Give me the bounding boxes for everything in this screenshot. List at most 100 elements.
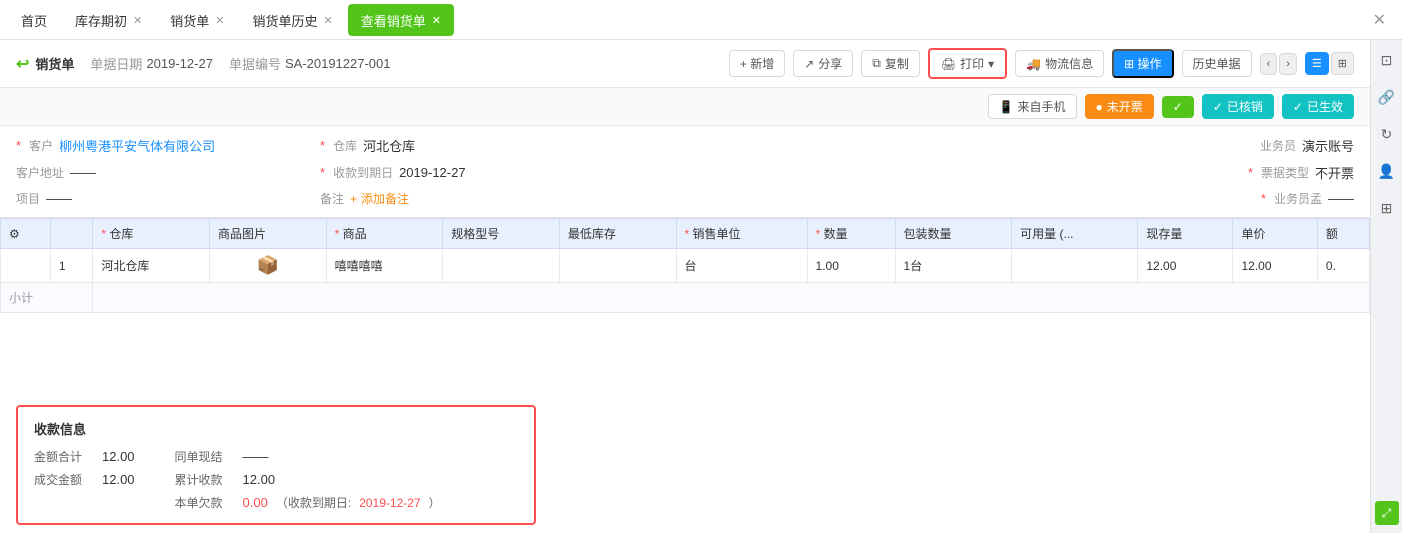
nav-arrows: ‹ › bbox=[1260, 53, 1297, 75]
address-value: —— bbox=[70, 165, 96, 180]
sidebar-icon-2[interactable]: 🔗 bbox=[1374, 85, 1399, 110]
add-note-button[interactable]: + 添加备注 bbox=[350, 190, 409, 207]
ticket-field: * 票据类型 不开票 bbox=[1248, 163, 1354, 182]
total-value: 12.00 bbox=[102, 449, 135, 464]
salesperson-label: 业务员孟 bbox=[1274, 190, 1322, 207]
logistics-icon: 🚚 bbox=[1026, 57, 1041, 71]
address-label: 客户地址 bbox=[16, 164, 64, 181]
tab-sales-close[interactable]: ✕ bbox=[215, 14, 224, 27]
effective-button[interactable]: ✓ 已生效 bbox=[1282, 94, 1354, 119]
ops-button[interactable]: ⊞ 操作 bbox=[1112, 49, 1173, 78]
due-date-field: * 收款到期日 2019-12-27 bbox=[320, 164, 600, 181]
not-opened-label: 未开票 bbox=[1107, 98, 1143, 115]
from-phone-button[interactable]: 📱 来自手机 bbox=[988, 94, 1077, 119]
col-available: 可用量 (... bbox=[1012, 219, 1138, 249]
due-date-value: 2019-12-27 bbox=[399, 165, 466, 180]
col-amount: 额 bbox=[1317, 219, 1369, 249]
from-phone-label: 来自手机 bbox=[1018, 98, 1066, 115]
warehouse-value: 河北仓库 bbox=[363, 136, 415, 155]
tab-inventory-label: 库存期初 bbox=[75, 11, 127, 30]
table-row: 1 河北仓库 📦 嘻嘻嘻嘻 台 1.00 1台 bbox=[1, 249, 1370, 283]
tab-sales-history-close[interactable]: ✕ bbox=[324, 14, 333, 27]
ticket-value: 不开票 bbox=[1315, 163, 1354, 182]
sold-icon: ✓ bbox=[1213, 100, 1223, 114]
bottom-section: 收款信息 金额合计 12.00 成交金额 12.00 bbox=[0, 397, 1370, 533]
salesperson-field: * 业务员孟 —— bbox=[1261, 190, 1354, 207]
project-field: 项目 —— bbox=[16, 190, 296, 207]
row-no: 1 bbox=[50, 249, 93, 283]
print-btn-wrapper: 🖨 打印 ▾ bbox=[928, 48, 1007, 79]
print-icon: 🖨 bbox=[941, 57, 956, 71]
next-button[interactable]: › bbox=[1279, 53, 1297, 75]
grid-view-button[interactable]: ⊞ bbox=[1331, 52, 1354, 75]
row-settings bbox=[1, 249, 51, 283]
cumulative-label: 累计收款 bbox=[175, 471, 235, 488]
print-label: 打印 bbox=[960, 55, 984, 72]
logistics-button[interactable]: 🚚 物流信息 bbox=[1015, 50, 1104, 77]
salesperson-value: —— bbox=[1328, 191, 1354, 206]
sidebar-icon-4[interactable]: 👤 bbox=[1374, 159, 1399, 184]
col-settings[interactable]: ⚙ bbox=[1, 219, 51, 249]
history-label: 历史单据 bbox=[1193, 55, 1241, 72]
copy-icon: ⧉ bbox=[872, 56, 881, 71]
confirm-icon: ✓ bbox=[1173, 100, 1183, 114]
prev-button[interactable]: ‹ bbox=[1260, 53, 1278, 75]
customer-value[interactable]: 柳州粤港平安气体有限公司 bbox=[59, 136, 215, 155]
doc-date-field: 单据日期 2019-12-27 bbox=[90, 54, 213, 73]
table-wrapper: ⚙ 仓库 商品图片 商品 规格型号 最低库存 销售单位 数量 包装数量 可用量 … bbox=[0, 218, 1370, 397]
row-amount: 0. bbox=[1317, 249, 1369, 283]
settlement-label: 同单现结 bbox=[175, 448, 235, 465]
payment-rows: 金额合计 12.00 成交金额 12.00 同单现结 —— bbox=[34, 448, 518, 511]
tab-sales[interactable]: 销货单 ✕ bbox=[157, 4, 237, 36]
sidebar-icon-3[interactable]: ↻ bbox=[1377, 122, 1397, 147]
tab-view-sales-close[interactable]: ✕ bbox=[432, 14, 441, 27]
row-unit: 台 bbox=[676, 249, 807, 283]
list-view-button[interactable]: ☰ bbox=[1305, 52, 1329, 75]
copy-button[interactable]: ⧉ 复制 bbox=[861, 50, 920, 77]
salesperson-required: * bbox=[1261, 191, 1266, 206]
total-row: 金额合计 12.00 bbox=[34, 448, 135, 465]
tab-inventory-close[interactable]: ✕ bbox=[133, 14, 142, 27]
sidebar-icon-1[interactable]: ⊡ bbox=[1377, 48, 1397, 73]
share-icon: ↗ bbox=[804, 57, 814, 71]
tab-inventory[interactable]: 库存期初 ✕ bbox=[62, 4, 155, 36]
effective-icon: ✓ bbox=[1293, 100, 1303, 114]
col-warehouse: 仓库 bbox=[93, 219, 210, 249]
sold-button[interactable]: ✓ 已核销 bbox=[1202, 94, 1274, 119]
right-sidebar: ⊡ 🔗 ↻ 👤 ⊞ ⤢ bbox=[1370, 40, 1402, 533]
staff-label: 业务员 bbox=[1260, 137, 1296, 154]
tab-view-sales-label: 查看销货单 bbox=[361, 11, 426, 30]
payment-col-left: 金额合计 12.00 成交金额 12.00 bbox=[34, 448, 135, 511]
tab-bar: 首页 库存期初 ✕ 销货单 ✕ 销货单历史 ✕ 查看销货单 ✕ ✕ bbox=[0, 0, 1402, 40]
confirm-button[interactable]: ✓ bbox=[1162, 96, 1194, 118]
customer-label: 客户 bbox=[29, 137, 53, 154]
row-current: 12.00 bbox=[1138, 249, 1233, 283]
not-opened-button[interactable]: ● 未开票 bbox=[1085, 94, 1154, 119]
sidebar-expand-icon[interactable]: ⤢ bbox=[1375, 501, 1399, 525]
project-value: —— bbox=[46, 191, 72, 206]
logistics-label: 物流信息 bbox=[1045, 55, 1093, 72]
tab-home[interactable]: 首页 bbox=[8, 4, 60, 36]
project-label: 项目 bbox=[16, 190, 40, 207]
trade-label: 成交金额 bbox=[34, 471, 94, 488]
col-min-stock: 最低库存 bbox=[559, 219, 676, 249]
copy-label: 复制 bbox=[885, 55, 909, 72]
add-note-label: 添加备注 bbox=[361, 190, 409, 207]
doc-title: ↩ 销货单 bbox=[16, 54, 74, 74]
print-button[interactable]: 🖨 打印 ▾ bbox=[931, 51, 1004, 76]
staff-value: 演示账号 bbox=[1302, 136, 1354, 155]
share-button[interactable]: ↗ 分享 bbox=[793, 50, 853, 77]
tab-view-sales[interactable]: 查看销货单 ✕ bbox=[348, 4, 454, 36]
tab-sales-history-label: 销货单历史 bbox=[252, 11, 317, 30]
customer-required: * bbox=[16, 138, 21, 153]
sidebar-icon-5[interactable]: ⊞ bbox=[1377, 196, 1397, 221]
tab-sales-history[interactable]: 销货单历史 ✕ bbox=[239, 4, 345, 36]
form-row-1: * 客户 柳州粤港平安气体有限公司 * 仓库 河北仓库 业务员 演示账号 bbox=[16, 136, 1354, 155]
total-label: 金额合计 bbox=[34, 448, 94, 465]
history-button[interactable]: 历史单据 bbox=[1182, 50, 1252, 77]
payment-title: 收款信息 bbox=[34, 419, 518, 438]
window-close-button[interactable]: ✕ bbox=[1365, 6, 1394, 34]
new-button[interactable]: + 新增 bbox=[729, 50, 785, 77]
payment-col-right: 同单现结 —— 累计收款 12.00 本单欠款 0.00 （收款到期日: bbox=[175, 448, 441, 511]
settlement-row: 同单现结 —— bbox=[175, 448, 441, 465]
